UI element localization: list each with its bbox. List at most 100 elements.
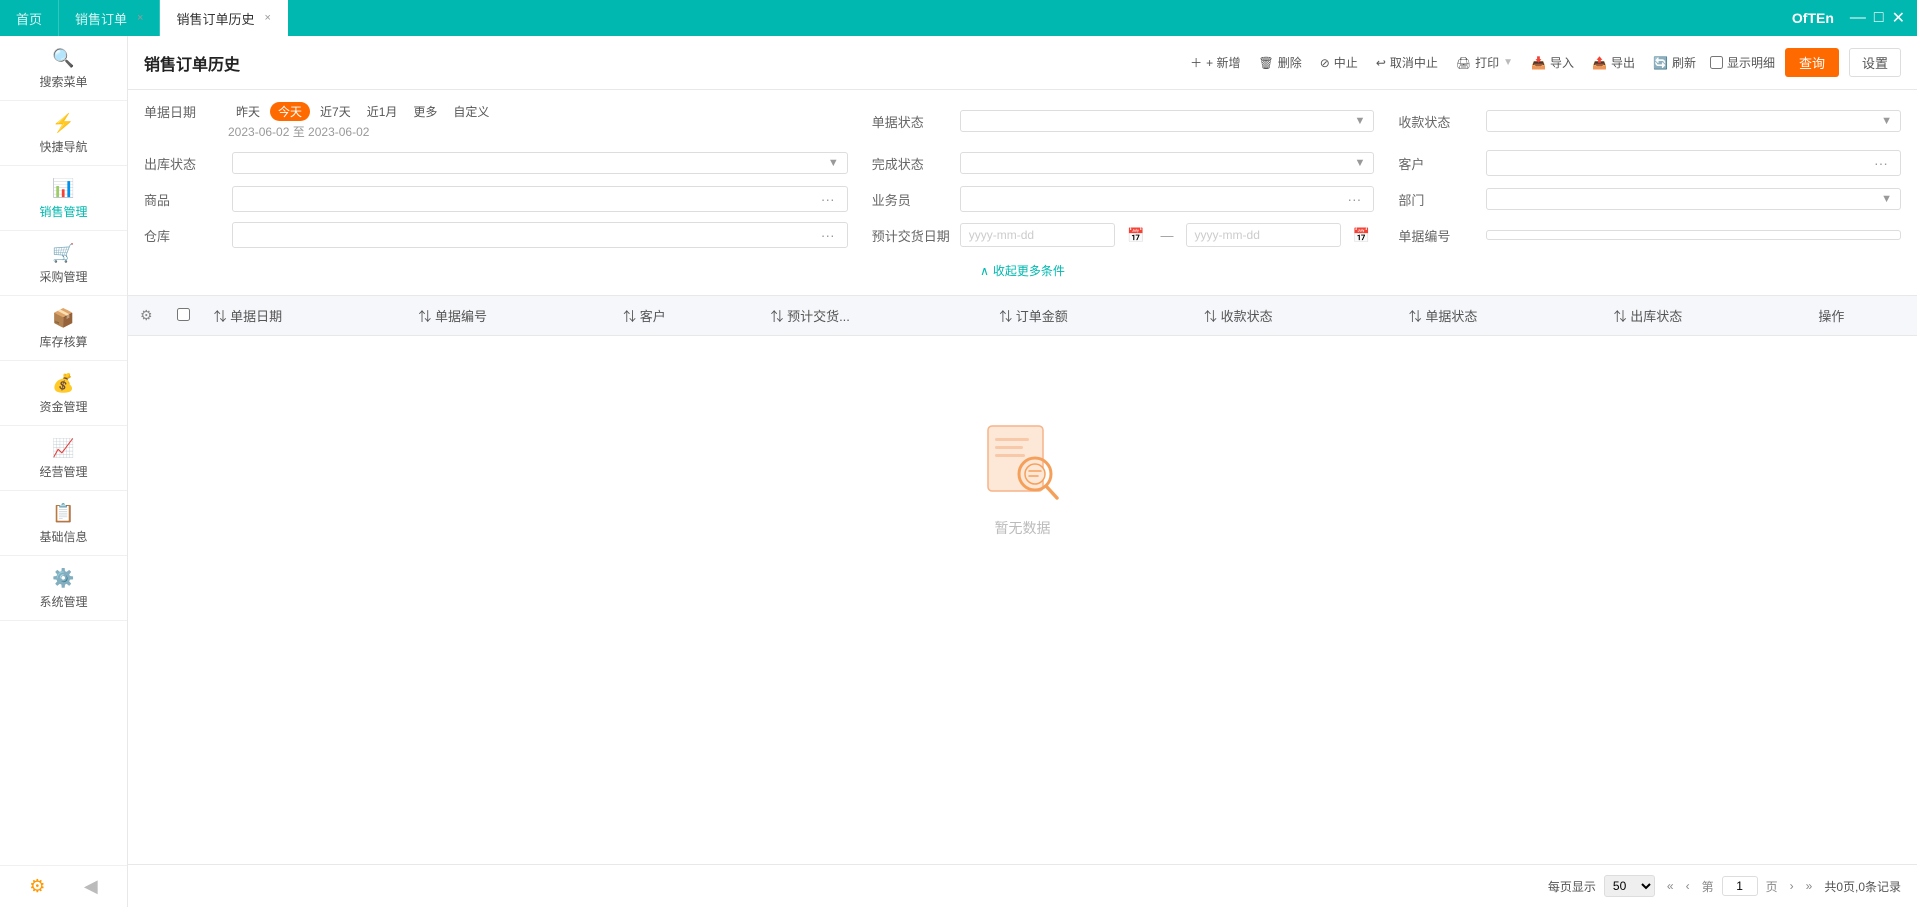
stop-button[interactable]: ⊘ 中止 (1316, 52, 1362, 73)
complete-status-select[interactable]: ▼ (960, 152, 1375, 174)
shortcut-today[interactable]: 今天 (270, 102, 310, 121)
cancel-stop-icon: ↩ (1376, 56, 1386, 70)
import-button[interactable]: 📥 导入 (1527, 52, 1578, 73)
dept-select[interactable]: ▼ (1486, 188, 1901, 210)
est-date-start[interactable]: yyyy-mm-dd (960, 223, 1115, 247)
salesperson-dots[interactable]: ··· (1343, 191, 1365, 207)
minimize-button[interactable]: — (1850, 9, 1866, 27)
sidebar-item-inventory[interactable]: 📦 库存核算 (0, 296, 127, 361)
display-detail-checkbox[interactable]: 显示明细 (1710, 54, 1775, 71)
shortcut-1month[interactable]: 近1月 (361, 102, 404, 121)
table-gear-icon[interactable]: ⚙ (140, 307, 153, 323)
doc-number-input[interactable] (1486, 230, 1901, 240)
per-page-label: 每页显示 (1548, 878, 1596, 895)
col-doc-status: ⇅ 单据状态 (1397, 296, 1602, 336)
print-button[interactable]: 🖨 打印 ▼ (1452, 52, 1517, 73)
goods-label: 商品 (144, 190, 224, 209)
dept-label: 部门 (1398, 190, 1478, 209)
import-label: 导入 (1550, 54, 1574, 71)
refresh-button[interactable]: 🔄 刷新 (1649, 52, 1700, 73)
tab-sales-order[interactable]: 销售订单 × (59, 0, 160, 36)
goods-input[interactable]: ··· (232, 186, 848, 212)
page-title: 销售订单历史 (144, 51, 240, 87)
sidebar-item-quicknav-label: 快捷导航 (39, 138, 87, 155)
sidebar-item-baseinfo[interactable]: 📋 基础信息 (0, 491, 127, 556)
query-button[interactable]: 查询 (1785, 48, 1839, 77)
col-date: ⇅ 单据日期 (202, 296, 407, 336)
top-bar: 首页 销售订单 × 销售订单历史 × OfTEn — □ ✕ (0, 0, 1917, 36)
payment-status-select[interactable]: ▼ (1486, 110, 1901, 132)
salesperson-input[interactable]: ··· (960, 186, 1375, 212)
est-date-end-cal[interactable]: 📅 (1349, 227, 1374, 244)
settings-button[interactable]: 设置 (1849, 48, 1901, 77)
new-label: + 新增 (1206, 54, 1240, 71)
sidebar-settings-icon[interactable]: ⚙ (29, 876, 45, 897)
warehouse-dots[interactable]: ··· (817, 227, 839, 243)
total-info: 共0页,0条记录 (1824, 878, 1901, 895)
sidebar-item-sales[interactable]: 📊 销售管理 (0, 166, 127, 231)
goods-dots[interactable]: ··· (817, 191, 839, 207)
next-page-button[interactable]: › (1786, 877, 1798, 895)
est-date-start-cal[interactable]: 📅 (1123, 227, 1148, 244)
refresh-icon: 🔄 (1653, 56, 1668, 70)
col-doc-status-label: ⇅ 单据状态 (1409, 309, 1478, 324)
tab-home[interactable]: 首页 (0, 0, 59, 36)
page-label: 第 (1698, 876, 1718, 897)
sidebar-toggle-icon[interactable]: ◀ (84, 876, 98, 897)
sidebar-item-quicknav[interactable]: ⚡ 快捷导航 (0, 101, 127, 166)
delete-label: 删除 (1278, 54, 1302, 71)
sidebar-item-finance[interactable]: 💰 资金管理 (0, 361, 127, 426)
export-button[interactable]: 📤 导出 (1588, 52, 1639, 73)
sidebar-item-operation[interactable]: 📈 经营管理 (0, 426, 127, 491)
col-customer: ⇅ 客户 (611, 296, 758, 336)
page-input[interactable] (1722, 876, 1758, 896)
maximize-button[interactable]: □ (1874, 9, 1884, 27)
display-detail-input[interactable] (1710, 56, 1723, 69)
shortcut-yesterday[interactable]: 昨天 (230, 102, 266, 121)
col-number: ⇅ 单据编号 (406, 296, 611, 336)
select-all-checkbox[interactable] (177, 308, 190, 321)
payment-status-arrow: ▼ (1881, 115, 1892, 127)
delete-icon: 🗑 (1258, 56, 1273, 70)
new-button[interactable]: ＋ + 新增 (1186, 52, 1244, 73)
first-page-button[interactable]: « (1663, 877, 1678, 895)
customer-dots[interactable]: ··· (1870, 155, 1892, 171)
close-button[interactable]: ✕ (1892, 8, 1905, 28)
col-date-label: ⇅ 单据日期 (214, 309, 283, 324)
print-icon: 🖨 (1456, 56, 1471, 70)
col-out-status-label: ⇅ 出库状态 (1614, 309, 1683, 324)
stop-label: 中止 (1334, 54, 1358, 71)
operation-icon: 📈 (52, 438, 74, 459)
warehouse-input[interactable]: ··· (232, 222, 848, 248)
last-page-button[interactable]: » (1802, 877, 1817, 895)
col-action-label: 操作 (1818, 309, 1844, 324)
col-payment-label: ⇅ 收款状态 (1204, 309, 1273, 324)
col-payment: ⇅ 收款状态 (1192, 296, 1397, 336)
shortcut-custom[interactable]: 自定义 (447, 102, 495, 121)
tab-sales-order-history-close[interactable]: × (264, 12, 270, 24)
date-range: 2023-06-02 至 2023-06-02 (228, 125, 369, 139)
print-dropdown-icon: ▼ (1503, 57, 1513, 68)
cancel-stop-button[interactable]: ↩ 取消中止 (1372, 52, 1442, 73)
delivery-status-select[interactable]: ▼ (232, 152, 848, 174)
system-mgmt-icon: ⚙️ (52, 568, 74, 589)
shortcut-more[interactable]: 更多 (407, 102, 443, 121)
payment-status-label: 收款状态 (1398, 112, 1478, 131)
sidebar-item-search[interactable]: 🔍 搜索菜单 (0, 36, 127, 101)
sidebar-item-purchase[interactable]: 🛒 采购管理 (0, 231, 127, 296)
tab-sales-order-history[interactable]: 销售订单历史 × (160, 0, 287, 36)
sidebar-item-system-label: 系统管理 (39, 593, 87, 610)
salesperson-label: 业务员 (872, 190, 952, 209)
status-select[interactable]: ▼ (960, 110, 1375, 132)
sidebar-item-baseinfo-label: 基础信息 (39, 528, 87, 545)
tab-sales-order-close[interactable]: × (137, 12, 143, 24)
sidebar-item-system[interactable]: ⚙️ 系统管理 (0, 556, 127, 621)
shortcut-7days[interactable]: 近7天 (314, 102, 357, 121)
per-page-select[interactable]: 50 10 20 100 (1604, 875, 1655, 897)
prev-page-button[interactable]: ‹ (1682, 877, 1694, 895)
collapse-row[interactable]: ∧ 收起更多条件 (144, 258, 1901, 283)
delete-button[interactable]: 🗑 删除 (1254, 52, 1305, 73)
sidebar-item-purchase-label: 采购管理 (39, 268, 87, 285)
est-date-end[interactable]: yyyy-mm-dd (1186, 223, 1341, 247)
customer-input[interactable]: ··· (1486, 150, 1901, 176)
